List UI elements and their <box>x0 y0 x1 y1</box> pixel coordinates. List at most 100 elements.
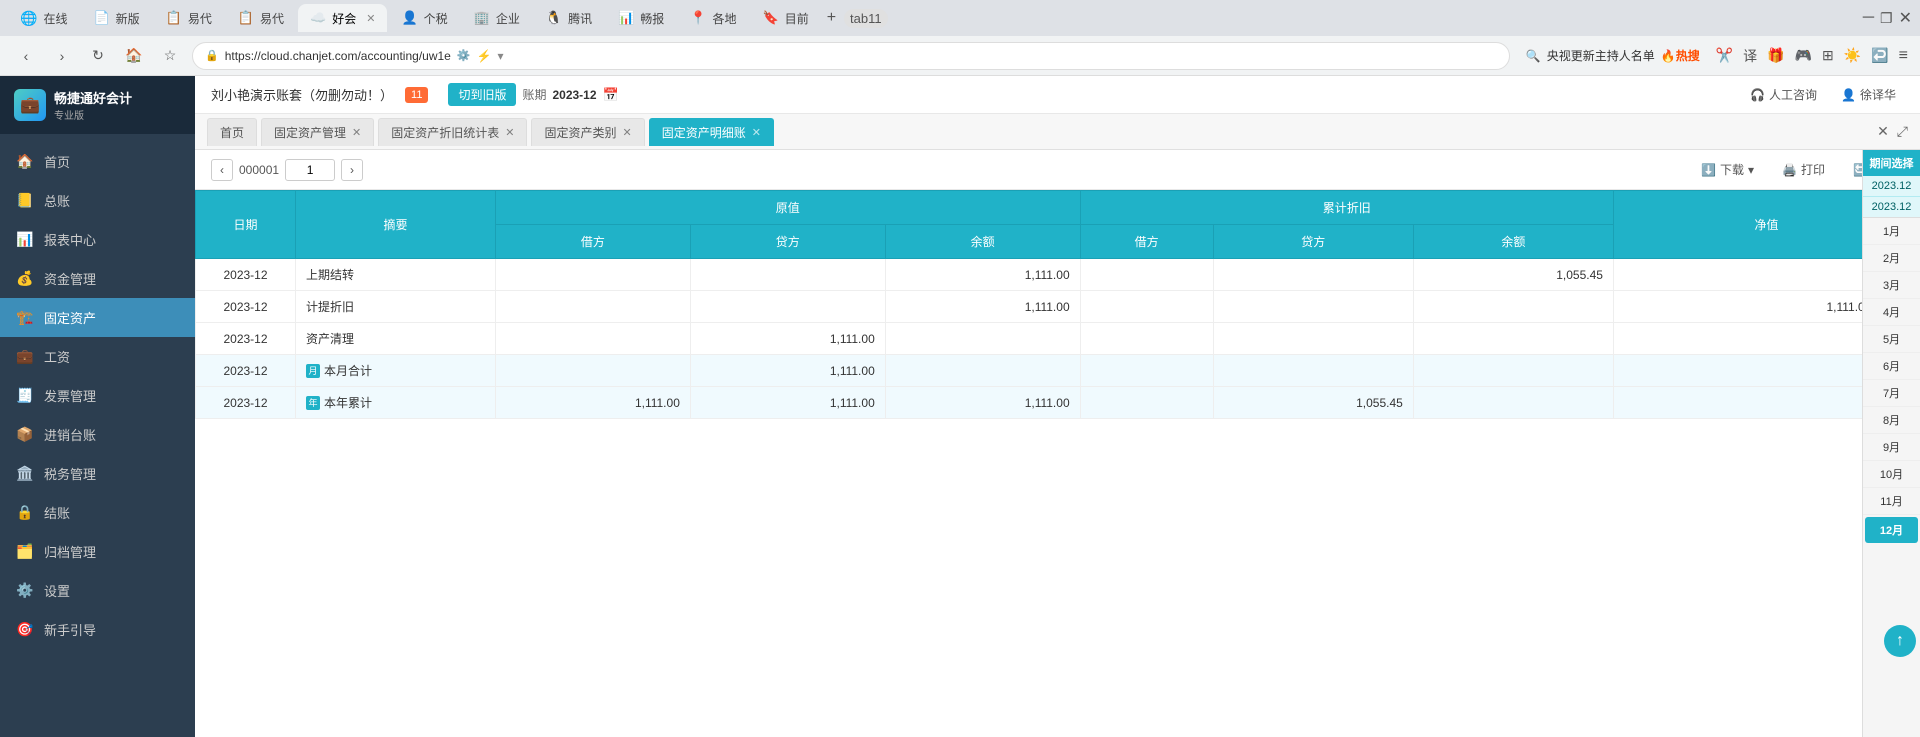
account-badge: 11 <box>405 87 428 103</box>
sidebar-item-general-ledger[interactable]: 📒 总账 <box>0 181 195 220</box>
url-bar[interactable]: 🔒 https://cloud.chanjet.com/accounting/u… <box>192 42 1510 70</box>
tab-controls: ✕ ⤢ <box>1877 123 1908 140</box>
sidebar-item-home[interactable]: 🏠 首页 <box>0 142 195 181</box>
gamepad-icon[interactable]: 🎮 <box>1795 47 1812 64</box>
search-bar[interactable]: 🔍 央视更新主持人名单 🔥热搜 <box>1526 47 1700 64</box>
period-month-4[interactable]: 4月 <box>1863 299 1920 326</box>
minimize-btn[interactable]: ─ <box>1863 9 1874 27</box>
cell-accum-credit-3 <box>1213 323 1413 355</box>
browser-tab-gedi[interactable]: 📍 各地 <box>678 4 748 32</box>
sidebar-item-settings[interactable]: ⚙️ 设置 <box>0 571 195 610</box>
tab-count-badge[interactable]: tab11 <box>844 9 888 28</box>
tab-home[interactable]: 首页 <box>207 118 257 146</box>
page-input[interactable] <box>285 159 335 181</box>
scroll-top-btn[interactable]: ↑ <box>1884 625 1916 657</box>
user-btn[interactable]: 👤 徐译华 <box>1833 82 1904 107</box>
tab-fixed-asset-mgmt[interactable]: 固定资产管理 ✕ <box>261 118 374 146</box>
menu-icon[interactable]: ≡ <box>1899 47 1908 65</box>
period-month-8[interactable]: 8月 <box>1863 407 1920 434</box>
cell-orig-balance-3 <box>885 323 1080 355</box>
browser-tab-enterprise[interactable]: 🏢 企业 <box>462 4 532 32</box>
period-month-7[interactable]: 7月 <box>1863 380 1920 407</box>
th-original-value: 原值 <box>496 191 1081 225</box>
period-month-9[interactable]: 9月 <box>1863 434 1920 461</box>
switch-version-btn[interactable]: 切到旧版 <box>448 83 516 106</box>
period-month-6[interactable]: 6月 <box>1863 353 1920 380</box>
download-btn[interactable]: ⬇️ 下载 ▾ <box>1693 157 1762 182</box>
browser-tab-mubiao[interactable]: 🔖 目前 <box>751 4 821 32</box>
wallet-icon[interactable]: 🎁 <box>1767 47 1784 64</box>
user-icon: 👤 <box>1841 88 1856 102</box>
period-month-3[interactable]: 3月 <box>1863 272 1920 299</box>
browser-tab-chang[interactable]: 📊 畅报 <box>606 4 676 32</box>
browser-tab-close-icon[interactable]: ✕ <box>366 12 375 25</box>
support-btn[interactable]: 🎧 人工咨询 <box>1742 82 1825 107</box>
tab-actions: + tab11 <box>827 9 888 28</box>
scissors-icon[interactable]: ✂️ <box>1716 47 1733 64</box>
close-window-btn[interactable]: ✕ <box>1899 8 1912 28</box>
period-year-1[interactable]: 2023.12 <box>1863 176 1920 197</box>
period-month-2[interactable]: 2月 <box>1863 245 1920 272</box>
tab-expand-icon[interactable]: ⤢ <box>1897 123 1908 140</box>
next-page-btn[interactable]: › <box>341 159 363 181</box>
translate-icon[interactable]: 译 <box>1743 46 1757 66</box>
sidebar-item-fixed-assets[interactable]: 🏗️ 固定资产 <box>0 298 195 337</box>
tab-fixed-asset-mgmt-close-icon[interactable]: ✕ <box>352 126 361 139</box>
sidebar-item-archive[interactable]: 🗂️ 归档管理 <box>0 532 195 571</box>
hot-search-label[interactable]: 🔥热搜 <box>1661 47 1700 64</box>
refresh-btn[interactable]: ↻ <box>84 42 112 70</box>
period-month-11[interactable]: 11月 <box>1863 488 1920 515</box>
add-tab-btn[interactable]: + <box>827 9 836 27</box>
calendar-icon[interactable]: 📅 <box>603 87 619 103</box>
history-icon[interactable]: ↩️ <box>1871 47 1888 64</box>
period-year-2[interactable]: 2023.12 <box>1863 197 1920 218</box>
site-info-icon: ⚙️ <box>457 49 471 62</box>
bookmark-btn[interactable]: ☆ <box>156 42 184 70</box>
browser-tab-tencent[interactable]: 🐧 腾讯 <box>534 4 604 32</box>
sidebar-item-guide[interactable]: 🎯 新手引导 <box>0 610 195 649</box>
sidebar-item-inventory[interactable]: 📦 进销台账 <box>0 415 195 454</box>
period-label: 账期 <box>522 86 546 103</box>
url-dropdown-icon[interactable]: ▾ <box>498 49 504 63</box>
back-btn[interactable]: ‹ <box>12 42 40 70</box>
browser-tab-yidai1[interactable]: 📋 易代 <box>154 4 224 32</box>
browser-tab-yidai2[interactable]: 📋 易代 <box>226 4 296 32</box>
forward-btn[interactable]: › <box>48 42 76 70</box>
browser-tab-new[interactable]: 📄 新版 <box>81 4 151 32</box>
sidebar-item-payroll[interactable]: 💼 工资 <box>0 337 195 376</box>
period-month-5[interactable]: 5月 <box>1863 326 1920 353</box>
sidebar-label-home: 首页 <box>44 152 70 171</box>
tab-asset-category[interactable]: 固定资产类别 ✕ <box>531 118 644 146</box>
sidebar-item-invoice[interactable]: 🧾 发票管理 <box>0 376 195 415</box>
browser-tab-haohui[interactable]: ☁️ 好会 ✕ <box>298 4 387 32</box>
th-summary: 摘要 <box>296 191 496 259</box>
grid-icon[interactable]: ⊞ <box>1822 47 1834 64</box>
print-btn[interactable]: 🖨️ 打印 <box>1774 157 1833 182</box>
tab-close-all-icon[interactable]: ✕ <box>1877 123 1889 140</box>
switch-area: 切到旧版 账期 2023-12 📅 <box>448 83 618 106</box>
prev-page-btn[interactable]: ‹ <box>211 159 233 181</box>
page-tabs: 首页 固定资产管理 ✕ 固定资产折旧统计表 ✕ 固定资产类别 ✕ 固定资产明细账… <box>195 114 1920 150</box>
browser-tab-online[interactable]: 🌐 在线 <box>8 4 79 32</box>
tab-asset-detail[interactable]: 固定资产明细账 ✕ <box>649 118 774 146</box>
cell-accum-debit-1 <box>1080 259 1213 291</box>
maximize-btn[interactable]: ❐ <box>1880 10 1893 27</box>
browser-tab-geshui[interactable]: 👤 个税 <box>389 4 459 32</box>
tab-asset-category-close-icon[interactable]: ✕ <box>623 126 632 139</box>
brightness-icon[interactable]: ☀️ <box>1844 47 1861 64</box>
table-row-yearly-total: 2023-12 年 本年累计 1,111.00 1,111.00 1,111.0… <box>196 387 1920 419</box>
tab-depreciation-stat-close-icon[interactable]: ✕ <box>505 126 514 139</box>
sidebar-item-reports[interactable]: 📊 报表中心 <box>0 220 195 259</box>
sidebar-item-funds[interactable]: 💰 资金管理 <box>0 259 195 298</box>
pagination: ‹ 000001 › <box>211 159 363 181</box>
sidebar-item-tax[interactable]: 🏛️ 税务管理 <box>0 454 195 493</box>
period-month-1[interactable]: 1月 <box>1863 218 1920 245</box>
home-btn[interactable]: 🏠 <box>120 42 148 70</box>
cell-summary-2: 计提折旧 <box>296 291 496 323</box>
period-month-12[interactable]: 12月 <box>1865 517 1918 543</box>
period-month-10[interactable]: 10月 <box>1863 461 1920 488</box>
cell-summary-5: 年 本年累计 <box>296 387 496 419</box>
tab-asset-detail-close-icon[interactable]: ✕ <box>752 126 761 139</box>
sidebar-item-close-period[interactable]: 🔒 结账 <box>0 493 195 532</box>
tab-depreciation-stat[interactable]: 固定资产折旧统计表 ✕ <box>378 118 527 146</box>
